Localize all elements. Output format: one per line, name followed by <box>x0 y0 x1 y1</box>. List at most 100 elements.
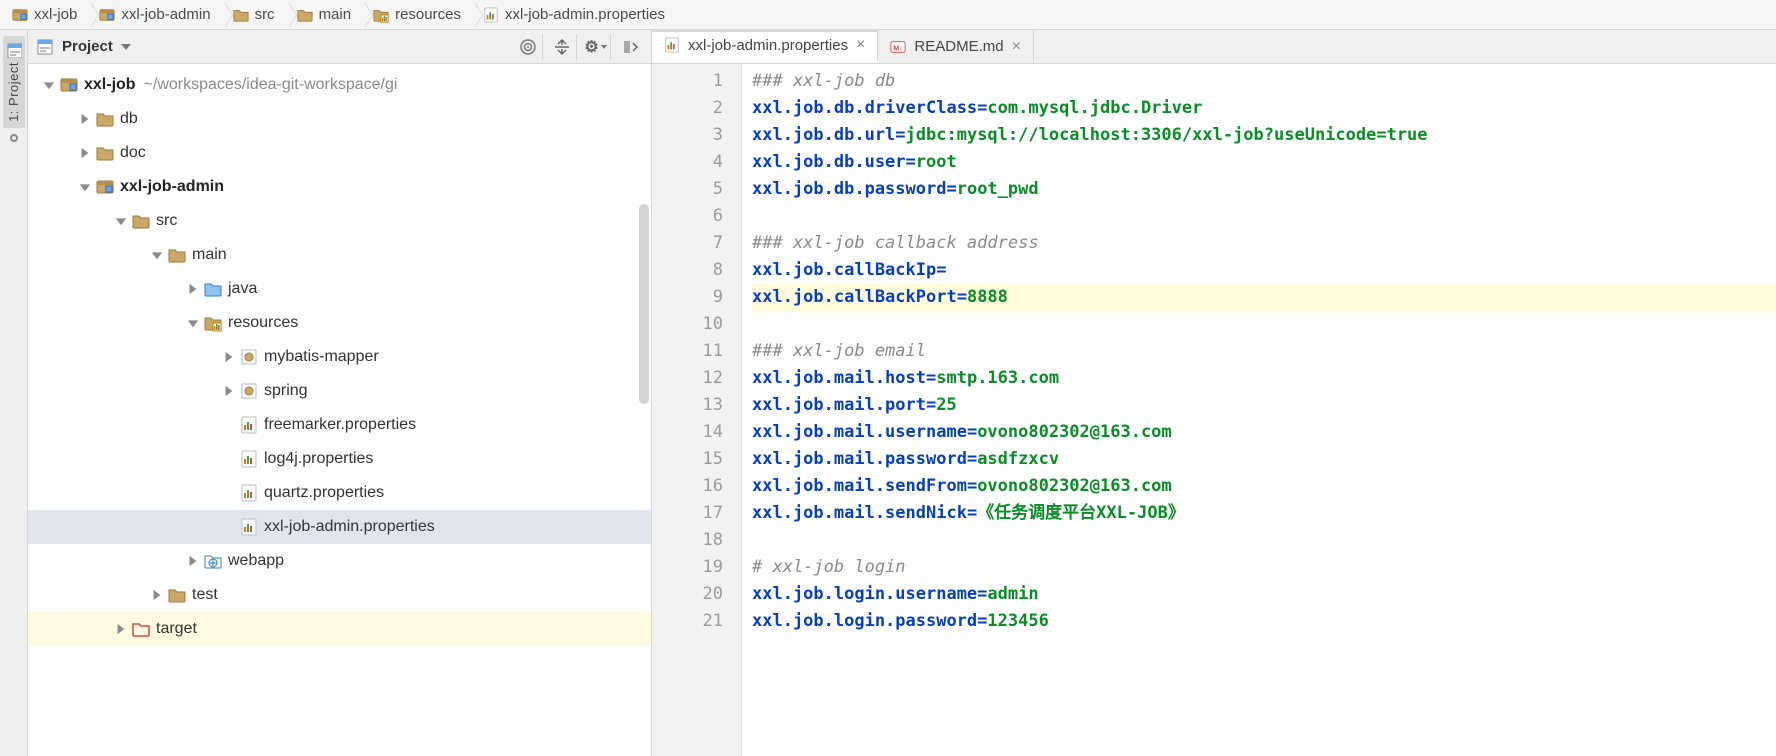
editor-area: xxl-job-admin.properties × README.md × 1234… <box>652 30 1776 756</box>
tree-scrollbar[interactable] <box>639 204 649 404</box>
code-line[interactable]: xxl.job.mail.sendFrom=ovono802302@163.co… <box>752 473 1776 500</box>
equals-sign: = <box>895 125 905 145</box>
tree-item[interactable]: src <box>28 204 651 238</box>
close-icon[interactable]: × <box>1012 38 1021 56</box>
hide-panel-button[interactable] <box>615 34 645 60</box>
tree-item[interactable]: doc <box>28 136 651 170</box>
tree-item-label: test <box>192 586 218 604</box>
project-panel: Project ⚙ xxl-job~/workspaces/idea-git-w… <box>28 30 652 756</box>
property-key: xxl.job.mail.port <box>752 395 926 415</box>
tree-item[interactable]: spring <box>28 374 651 408</box>
code-line[interactable] <box>752 311 1776 338</box>
expand-arrow-icon[interactable] <box>78 112 92 126</box>
code-line[interactable]: xxl.job.db.driverClass=com.mysql.jdbc.Dr… <box>752 95 1776 122</box>
resources-icon <box>373 7 389 23</box>
property-value: 8888 <box>967 287 1008 307</box>
code-body[interactable]: ### xxl-job db xxl.job.db.driverClass=com… <box>742 64 1776 756</box>
chevron-down-icon[interactable] <box>121 44 131 50</box>
code-line[interactable]: ### xxl-job callback address <box>752 230 1776 257</box>
code-line[interactable]: xxl.job.login.username=admin <box>752 581 1776 608</box>
expand-arrow-icon[interactable] <box>186 316 200 330</box>
expand-arrow-icon[interactable] <box>186 282 200 296</box>
code-line[interactable]: # xxl-job login <box>752 554 1776 581</box>
expand-arrow-icon[interactable] <box>114 622 128 636</box>
tree-item[interactable]: main <box>28 238 651 272</box>
module-icon <box>60 76 78 94</box>
expand-arrow-icon[interactable] <box>78 146 92 160</box>
breadcrumb-label: main <box>319 6 352 23</box>
code-line[interactable]: xxl.job.mail.port=25 <box>752 392 1776 419</box>
code-line[interactable]: xxl.job.mail.password=asdfzxcv <box>752 446 1776 473</box>
code-comment: ### xxl-job db <box>752 71 895 91</box>
editor-tab[interactable]: xxl-job-admin.properties × <box>652 30 878 63</box>
code-line[interactable]: xxl.job.mail.sendNick=《任务调度平台XXL-JOB》 <box>752 500 1776 527</box>
tree-item[interactable]: freemarker.properties <box>28 408 651 442</box>
breadcrumb-item[interactable]: xxl-job-admin <box>91 0 224 29</box>
tree-item[interactable]: xxl-job-admin.properties <box>28 510 651 544</box>
property-key: xxl.job.db.user <box>752 152 906 172</box>
project-tree[interactable]: xxl-job~/workspaces/idea-git-workspace/g… <box>28 64 651 756</box>
equals-sign: = <box>967 422 977 442</box>
code-line[interactable] <box>752 527 1776 554</box>
tab-label: README.md <box>914 38 1003 55</box>
code-comment: ### xxl-job callback address <box>752 233 1039 253</box>
tree-item[interactable]: log4j.properties <box>28 442 651 476</box>
expand-arrow-icon[interactable] <box>150 248 164 262</box>
resources-icon <box>204 314 222 332</box>
breadcrumb-item[interactable]: src <box>225 0 289 29</box>
scroll-to-source-button[interactable] <box>513 34 543 60</box>
breadcrumb-item[interactable]: xxl-job-admin.properties <box>475 0 679 29</box>
expand-arrow-icon[interactable] <box>186 554 200 568</box>
code-line[interactable]: xxl.job.mail.host=smtp.163.com <box>752 365 1776 392</box>
expand-arrow-icon[interactable] <box>150 588 164 602</box>
tree-item[interactable]: quartz.properties <box>28 476 651 510</box>
code-line[interactable]: ### xxl-job email <box>752 338 1776 365</box>
tree-item[interactable]: mybatis-mapper <box>28 340 651 374</box>
tree-item[interactable]: java <box>28 272 651 306</box>
code-line[interactable]: xxl.job.db.password=root_pwd <box>752 176 1776 203</box>
breadcrumb-bar: xxl-jobxxl-job-adminsrc main resourcesxxl-… <box>0 0 1776 30</box>
code-line[interactable]: xxl.job.login.password=123456 <box>752 608 1776 635</box>
line-number-gutter: 123456789101112131415161718192021 <box>652 64 742 756</box>
code-line[interactable]: xxl.job.db.user=root <box>752 149 1776 176</box>
expand-arrow-icon[interactable] <box>42 78 56 92</box>
breadcrumb-item[interactable]: main <box>289 0 366 29</box>
collapse-all-button[interactable] <box>547 34 577 60</box>
code-line[interactable]: xxl.job.callBackPort=8888 <box>752 284 1776 311</box>
expand-arrow-icon[interactable] <box>222 384 236 398</box>
tree-item[interactable]: db <box>28 102 651 136</box>
equals-sign: = <box>906 152 916 172</box>
line-number: 7 <box>652 230 723 257</box>
breadcrumb-item[interactable]: resources <box>365 0 475 29</box>
expand-arrow-icon[interactable] <box>78 180 92 194</box>
tree-item[interactable]: webapp <box>28 544 651 578</box>
code-line[interactable]: xxl.job.db.url=jdbc:mysql://localhost:33… <box>752 122 1776 149</box>
tree-item[interactable]: xxl-job~/workspaces/idea-git-workspace/g… <box>28 68 651 102</box>
expand-arrow-icon[interactable] <box>222 350 236 364</box>
tree-item-label: webapp <box>228 552 284 570</box>
tree-item[interactable]: xxl-job-admin <box>28 170 651 204</box>
breadcrumb-item[interactable]: xxl-job <box>4 0 91 29</box>
property-value: jdbc:mysql://localhost:3306/xxl-job?useU… <box>906 125 1428 145</box>
close-icon[interactable]: × <box>856 36 865 54</box>
tree-item[interactable]: target <box>28 612 651 646</box>
tab-label: xxl-job-admin.properties <box>688 37 848 54</box>
settings-button[interactable]: ⚙ <box>581 34 611 60</box>
code-editor[interactable]: 123456789101112131415161718192021 ### xx… <box>652 64 1776 756</box>
property-key: xxl.job.callBackIp <box>752 260 936 280</box>
property-value: ovono802302@163.com <box>977 476 1171 496</box>
tree-item[interactable]: resources <box>28 306 651 340</box>
module-icon <box>96 178 114 196</box>
code-line[interactable]: ### xxl-job db <box>752 68 1776 95</box>
expand-arrow-icon[interactable] <box>114 214 128 228</box>
code-line[interactable]: xxl.job.callBackIp= <box>752 257 1776 284</box>
webapp-icon <box>204 552 222 570</box>
code-line[interactable]: xxl.job.mail.username=ovono802302@163.co… <box>752 419 1776 446</box>
tree-item[interactable]: test <box>28 578 651 612</box>
editor-tab[interactable]: README.md × <box>878 30 1034 63</box>
code-line[interactable] <box>752 203 1776 230</box>
tree-item-label: freemarker.properties <box>264 416 416 434</box>
project-tool-button[interactable]: 1: Project <box>3 36 25 128</box>
equals-sign: = <box>926 395 936 415</box>
property-value: smtp.163.com <box>936 368 1059 388</box>
